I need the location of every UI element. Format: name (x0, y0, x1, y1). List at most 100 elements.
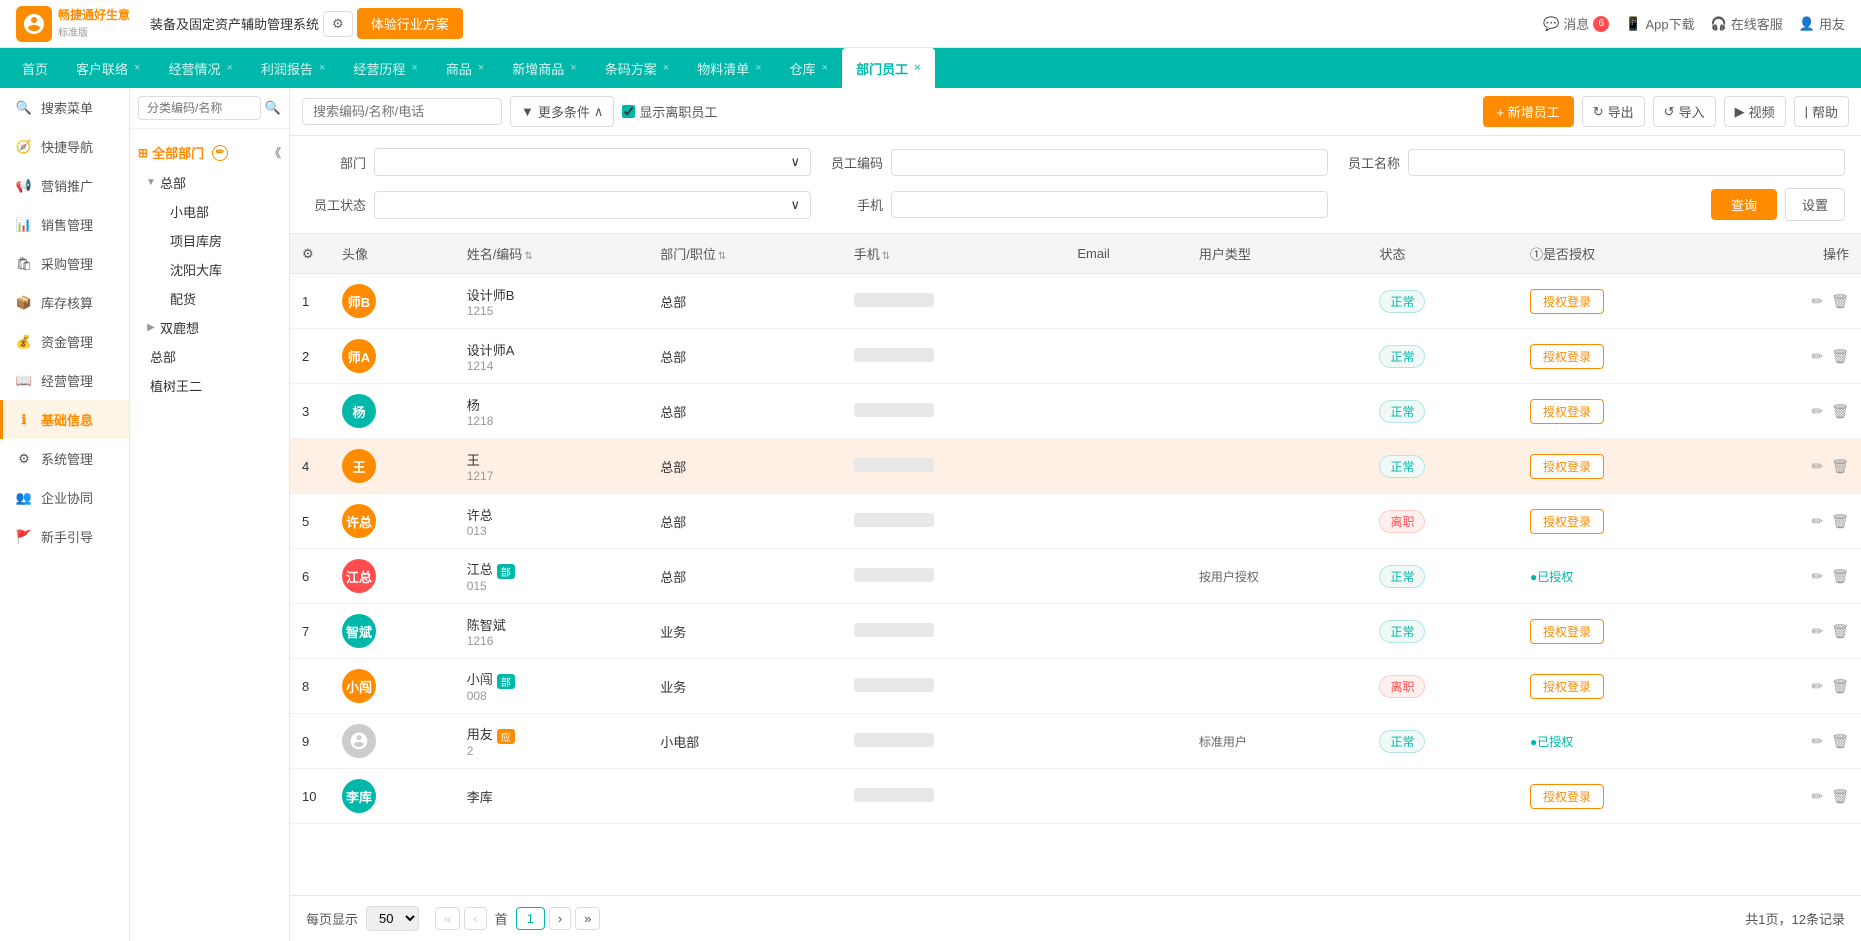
tab-close-icon[interactable]: × (663, 62, 669, 74)
app-download-item[interactable]: 📱 App下载 (1625, 14, 1694, 33)
th-dept[interactable]: 部门/职位⇅ (648, 234, 842, 274)
delete-button[interactable]: 🗑 (1831, 788, 1849, 805)
delete-button[interactable]: 🗑 (1831, 403, 1849, 420)
delete-button[interactable]: 🗑 (1831, 513, 1849, 530)
dept-search-input[interactable] (138, 96, 261, 120)
nav-tab-物料清单[interactable]: 物料清单× (683, 48, 775, 88)
edit-button[interactable]: ✏ (1811, 678, 1823, 695)
tab-close-icon[interactable]: × (319, 62, 325, 74)
dept-group-header-shuanglu[interactable]: ▶ 双鹿想 (138, 313, 289, 342)
auth-login-button[interactable]: 授权登录 (1530, 289, 1604, 314)
sidebar-item-销售管理[interactable]: 📊销售管理 (0, 205, 129, 244)
set-button[interactable]: 设置 (1785, 188, 1845, 221)
sidebar-item-经营管理[interactable]: 📖经营管理 (0, 361, 129, 400)
edit-button[interactable]: ✏ (1811, 568, 1823, 585)
nav-tab-利润报告[interactable]: 利润报告× (247, 48, 339, 88)
sidebar-search-row[interactable]: 🔍搜索菜单 (0, 88, 129, 127)
sidebar-item-企业协同[interactable]: 👥企业协同 (0, 478, 129, 517)
edit-button[interactable]: ✏ (1811, 348, 1823, 365)
next-page-button[interactable]: › (549, 907, 571, 930)
message-item[interactable]: 💬 消息 6 (1543, 14, 1609, 33)
query-button[interactable]: 查询 (1711, 189, 1777, 220)
tab-close-icon[interactable]: × (822, 62, 828, 74)
auth-login-button[interactable]: 授权登录 (1530, 509, 1604, 534)
tab-close-icon[interactable]: × (226, 62, 232, 74)
sidebar-item-基础信息[interactable]: ℹ基础信息 (0, 400, 129, 439)
th-name-code[interactable]: 姓名/编码⇅ (455, 234, 649, 274)
phone-input[interactable] (891, 191, 1328, 218)
emp-name-input[interactable] (1408, 149, 1845, 176)
tab-close-icon[interactable]: × (570, 62, 576, 74)
page-size-select[interactable]: 50 (366, 906, 419, 931)
sidebar-item-库存核算[interactable]: 📦库存核算 (0, 283, 129, 322)
auth-login-button[interactable]: 授权登录 (1530, 784, 1604, 809)
nav-tab-经营历程[interactable]: 经营历程× (339, 48, 431, 88)
emp-code-input[interactable] (891, 149, 1328, 176)
all-dept-header[interactable]: ⊞ 全部部门 ✏ 《 (130, 137, 289, 168)
show-resigned-label[interactable]: 显示离职员工 (622, 102, 717, 121)
sidebar-item-采购管理[interactable]: 🛍采购管理 (0, 244, 129, 283)
auth-login-button[interactable]: 授权登录 (1530, 399, 1604, 424)
auth-login-button[interactable]: 授权登录 (1530, 619, 1604, 644)
dept-filter-select[interactable]: ∨ (374, 148, 811, 176)
delete-button[interactable]: 🗑 (1831, 568, 1849, 585)
dept-item-xiangmu[interactable]: 项目库房 (150, 226, 289, 255)
sidebar-item-快捷导航[interactable]: 🧭快捷导航 (0, 127, 129, 166)
edit-button[interactable]: ✏ (1811, 458, 1823, 475)
nav-tab-条码方案[interactable]: 条码方案× (591, 48, 683, 88)
nav-tab-仓库[interactable]: 仓库× (776, 48, 842, 88)
delete-button[interactable]: 🗑 (1831, 733, 1849, 750)
online-service-item[interactable]: 🎧 在线客服 (1711, 14, 1783, 33)
view-button[interactable]: ▶ 视频 (1724, 96, 1786, 127)
settings-button[interactable]: ⚙ (323, 11, 353, 37)
tab-close-icon[interactable]: × (411, 62, 417, 74)
tab-close-icon[interactable]: × (755, 62, 761, 74)
sidebar-item-系统管理[interactable]: ⚙系统管理 (0, 439, 129, 478)
dept-item-zhishu[interactable]: 植树王二 (130, 371, 289, 400)
employee-search-input[interactable] (302, 98, 502, 125)
edit-button[interactable]: ✏ (1811, 788, 1823, 805)
collapse-dept-icon[interactable]: 《 (269, 144, 281, 161)
dept-group-header-zongbu[interactable]: ▼ 总部 (138, 168, 289, 197)
delete-button[interactable]: 🗑 (1831, 623, 1849, 640)
nav-tab-经营情况[interactable]: 经营情况× (154, 48, 246, 88)
auth-login-button[interactable]: 授权登录 (1530, 454, 1604, 479)
user-item[interactable]: 👤 用友 (1799, 14, 1845, 33)
nav-tab-新增商品[interactable]: 新增商品× (498, 48, 590, 88)
th-phone[interactable]: 手机⇅ (842, 234, 1066, 274)
experience-button[interactable]: 体验行业方案 (357, 8, 463, 39)
edit-button[interactable]: ✏ (1811, 513, 1823, 530)
show-resigned-checkbox[interactable] (622, 105, 635, 118)
sidebar-item-营销推广[interactable]: 📢营销推广 (0, 166, 129, 205)
prev-page-button[interactable]: ‹ (464, 907, 486, 930)
edit-button[interactable]: ✏ (1811, 623, 1823, 640)
tab-close-icon[interactable]: × (914, 62, 920, 74)
more-conditions-button[interactable]: ▼ 更多条件 ∧ (510, 96, 614, 127)
help-button[interactable]: | 帮助 (1794, 96, 1849, 127)
edit-dept-icon[interactable]: ✏ (212, 145, 228, 161)
last-page-button[interactable]: » (575, 907, 600, 930)
dept-item-shenyang[interactable]: 沈阳大库 (150, 255, 289, 284)
delete-button[interactable]: 🗑 (1831, 678, 1849, 695)
edit-button[interactable]: ✏ (1811, 293, 1823, 310)
first-page-button[interactable]: « (435, 907, 460, 930)
export-button[interactable]: ↻ 导出 (1582, 96, 1645, 127)
nav-tab-部门员工[interactable]: 部门员工× (842, 48, 934, 88)
auth-login-button[interactable]: 授权登录 (1530, 344, 1604, 369)
sidebar-item-新手引导[interactable]: 🚩新手引导 (0, 517, 129, 556)
dept-item-zongbu2[interactable]: 总部 (130, 342, 289, 371)
edit-button[interactable]: ✏ (1811, 733, 1823, 750)
delete-button[interactable]: 🗑 (1831, 458, 1849, 475)
auth-login-button[interactable]: 授权登录 (1530, 674, 1604, 699)
edit-button[interactable]: ✏ (1811, 403, 1823, 420)
import-button[interactable]: ↺ 导入 (1653, 96, 1716, 127)
emp-status-select[interactable]: ∨ (374, 191, 811, 219)
tab-close-icon[interactable]: × (478, 62, 484, 74)
add-employee-button[interactable]: + 新增员工 (1483, 96, 1574, 127)
nav-tab-客户联络[interactable]: 客户联络× (62, 48, 154, 88)
nav-tab-商品[interactable]: 商品× (432, 48, 498, 88)
dept-item-xiaodian[interactable]: 小电部 (150, 197, 289, 226)
delete-button[interactable]: 🗑 (1831, 293, 1849, 310)
nav-tab-首页[interactable]: 首页 (8, 48, 62, 88)
delete-button[interactable]: 🗑 (1831, 348, 1849, 365)
